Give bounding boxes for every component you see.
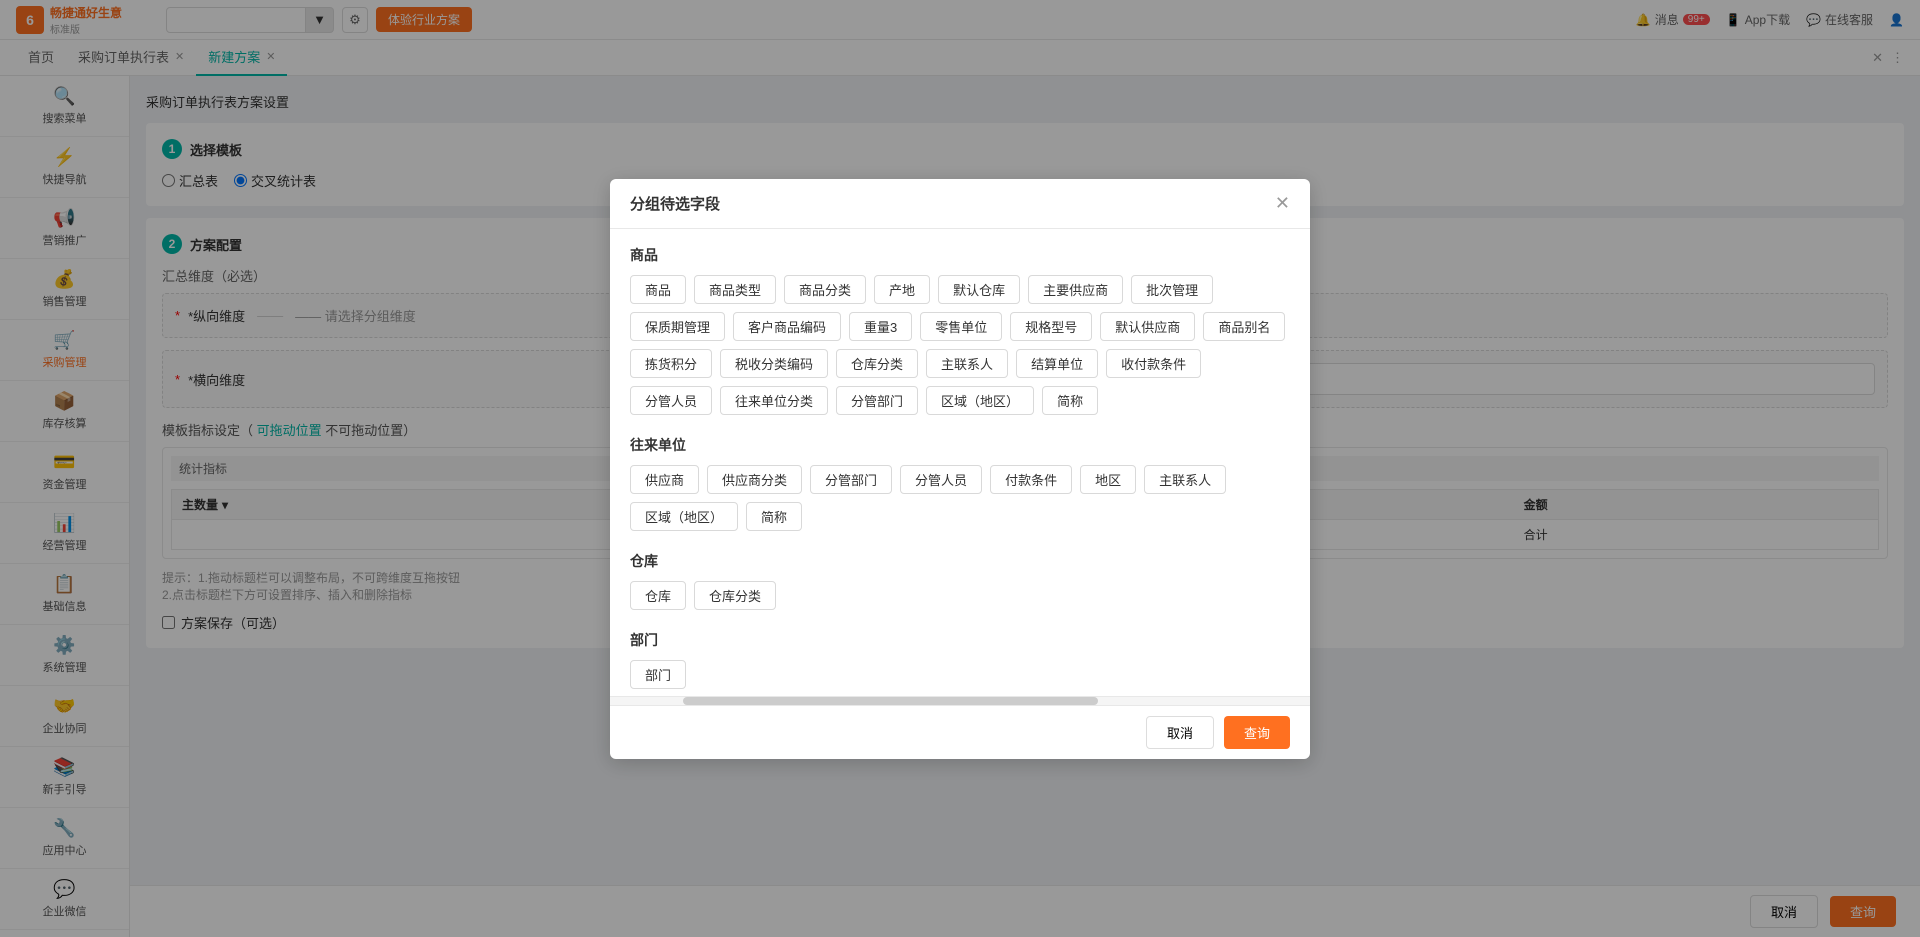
field-tag-0-6[interactable]: 批次管理 [1131, 275, 1213, 304]
field-tags-3: 部门 [630, 660, 1290, 689]
field-tags-2: 仓库仓库分类 [630, 581, 1290, 610]
field-tag-1-7[interactable]: 区域（地区） [630, 502, 738, 531]
field-group-title-2: 仓库 [630, 551, 1290, 571]
field-tag-2-1[interactable]: 仓库分类 [694, 581, 776, 610]
field-tag-0-23[interactable]: 区域（地区） [926, 386, 1034, 415]
field-tag-0-24[interactable]: 简称 [1042, 386, 1098, 415]
field-tag-0-3[interactable]: 产地 [874, 275, 930, 304]
field-tag-1-6[interactable]: 主联系人 [1144, 465, 1226, 494]
field-tag-1-5[interactable]: 地区 [1080, 465, 1136, 494]
field-tag-1-1[interactable]: 供应商分类 [707, 465, 802, 494]
field-tag-1-0[interactable]: 供应商 [630, 465, 699, 494]
field-tag-0-14[interactable]: 拣货积分 [630, 349, 712, 378]
field-group-title-1: 往来单位 [630, 435, 1290, 455]
field-tag-0-7[interactable]: 保质期管理 [630, 312, 725, 341]
field-group-title-0: 商品 [630, 245, 1290, 265]
modal-close-icon[interactable]: ✕ [1275, 193, 1290, 214]
field-tags-1: 供应商供应商分类分管部门分管人员付款条件地区主联系人区域（地区） 简称 [630, 465, 1290, 531]
field-tag-0-17[interactable]: 主联系人 [926, 349, 1008, 378]
field-tag-0-18[interactable]: 结算单位 [1016, 349, 1098, 378]
modal: 分组待选字段 ✕ 商品商品商品类型商品分类产地默认仓库主要供应商批次管理保质期管… [610, 179, 1310, 759]
hscroll-thumb[interactable] [683, 697, 1098, 705]
field-group-title-3: 部门 [630, 630, 1290, 650]
field-tag-0-16[interactable]: 仓库分类 [836, 349, 918, 378]
modal-header: 分组待选字段 ✕ [610, 179, 1310, 229]
field-tag-0-5[interactable]: 主要供应商 [1028, 275, 1123, 304]
field-tag-0-8[interactable]: 客户商品编码 [733, 312, 841, 341]
field-tag-1-8[interactable]: 简称 [746, 502, 802, 531]
field-tag-2-0[interactable]: 仓库 [630, 581, 686, 610]
modal-footer: 取消 查询 [610, 705, 1310, 759]
field-group-1: 往来单位供应商供应商分类分管部门分管人员付款条件地区主联系人区域（地区） 简称 [630, 435, 1290, 531]
field-tag-0-4[interactable]: 默认仓库 [938, 275, 1020, 304]
field-tag-0-13[interactable]: 商品别名 [1203, 312, 1285, 341]
field-tag-0-15[interactable]: 税收分类编码 [720, 349, 828, 378]
field-tag-0-9[interactable]: 重量3 [849, 312, 912, 341]
field-tag-0-19[interactable]: 收付款条件 [1106, 349, 1201, 378]
field-group-2: 仓库仓库仓库分类 [630, 551, 1290, 610]
field-tag-0-22[interactable]: 分管部门 [836, 386, 918, 415]
field-tag-0-11[interactable]: 规格型号 [1010, 312, 1092, 341]
modal-overlay: 分组待选字段 ✕ 商品商品商品类型商品分类产地默认仓库主要供应商批次管理保质期管… [0, 0, 1920, 937]
field-tag-3-0[interactable]: 部门 [630, 660, 686, 689]
modal-body: 商品商品商品类型商品分类产地默认仓库主要供应商批次管理保质期管理客户商品编码重量… [610, 229, 1310, 696]
field-tags-0: 商品商品类型商品分类产地默认仓库主要供应商批次管理保质期管理客户商品编码重量3 零… [630, 275, 1290, 415]
modal-title: 分组待选字段 [630, 193, 720, 214]
field-tag-0-2[interactable]: 商品分类 [784, 275, 866, 304]
field-group-0: 商品商品商品类型商品分类产地默认仓库主要供应商批次管理保质期管理客户商品编码重量… [630, 245, 1290, 415]
field-tag-0-10[interactable]: 零售单位 [920, 312, 1002, 341]
field-tag-1-4[interactable]: 付款条件 [990, 465, 1072, 494]
modal-horizontal-scrollbar[interactable] [610, 696, 1310, 705]
field-tag-0-0[interactable]: 商品 [630, 275, 686, 304]
field-group-3: 部门部门 [630, 630, 1290, 689]
field-tag-1-2[interactable]: 分管部门 [810, 465, 892, 494]
field-tag-1-3[interactable]: 分管人员 [900, 465, 982, 494]
field-tag-0-12[interactable]: 默认供应商 [1100, 312, 1195, 341]
modal-cancel-button[interactable]: 取消 [1146, 716, 1214, 749]
field-tag-0-21[interactable]: 往来单位分类 [720, 386, 828, 415]
modal-confirm-button[interactable]: 查询 [1224, 716, 1290, 749]
field-tag-0-20[interactable]: 分管人员 [630, 386, 712, 415]
field-tag-0-1[interactable]: 商品类型 [694, 275, 776, 304]
